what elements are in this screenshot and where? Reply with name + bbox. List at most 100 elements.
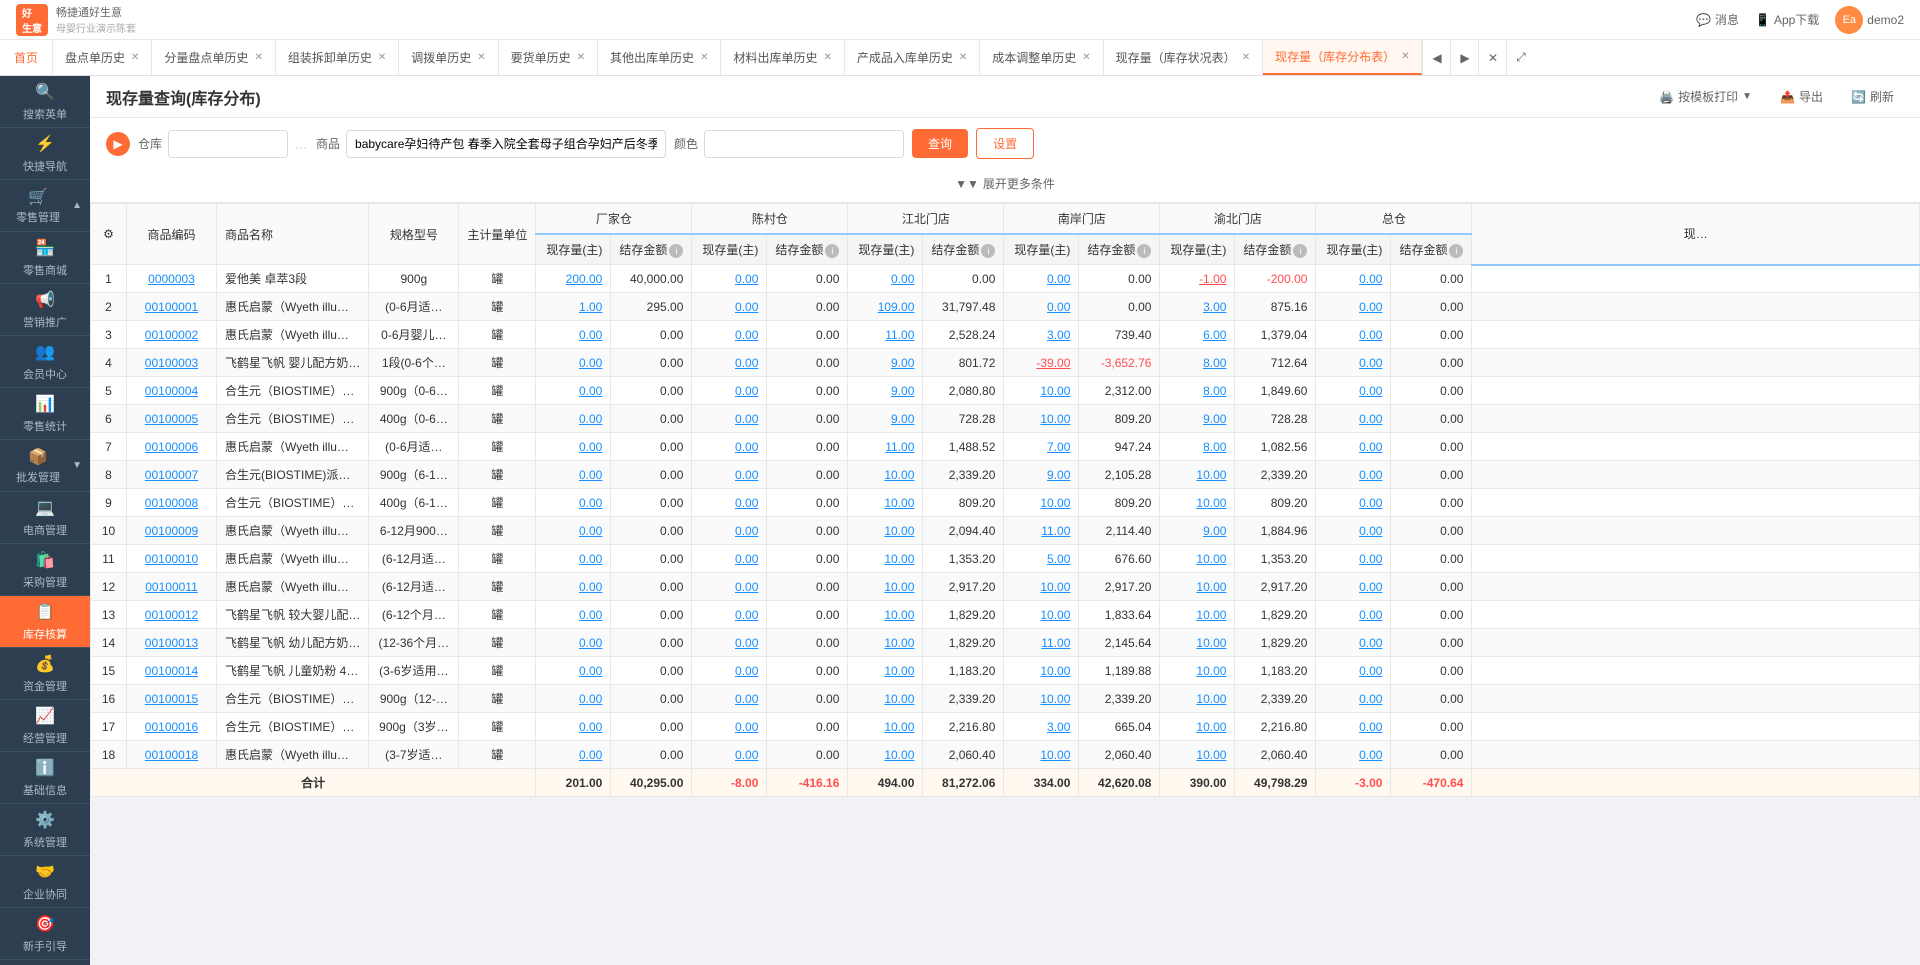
sidebar-item-appstore[interactable]: 🔲 应用中心 (0, 960, 90, 965)
cell-yb-amt: 1,082.56 (1235, 433, 1316, 461)
export-btn[interactable]: 📤 导出 (1770, 84, 1833, 109)
cell-jb-amt: 2,917.20 (923, 573, 1004, 601)
cell-zc-amt: 0.00 (1391, 377, 1472, 405)
cell-yb-qty: 10.00 (1160, 713, 1235, 741)
table-row: 17 00100016 合生元（BIOSTIME）… 900g（3岁… 罐 0.… (91, 713, 1920, 741)
sidebar-item-retail[interactable]: 🛒 零售管理 ▲ (0, 180, 90, 232)
tab-close-qita[interactable]: ✕ (700, 52, 708, 63)
sidebar-item-shop[interactable]: 🏪 零售商城 (0, 232, 90, 284)
sidebar-item-ecom[interactable]: 💻 电商管理 (0, 492, 90, 544)
cell-code: 00100005 (127, 405, 217, 433)
print-btn[interactable]: 🖨️ 按模板打印 ▼ (1649, 84, 1762, 109)
refresh-btn[interactable]: 🔄 刷新 (1841, 84, 1904, 109)
cell-jb-amt: 2,060.40 (923, 741, 1004, 769)
cc-amt-info[interactable]: i (825, 244, 839, 258)
cell-yb-amt: -200.00 (1235, 265, 1316, 293)
sidebar-item-guide[interactable]: 🎯 新手引导 (0, 908, 90, 960)
cj-amt-info[interactable]: i (669, 244, 683, 258)
cell-cj-amt: 295.00 (611, 293, 692, 321)
cell-cc-qty: 0.00 (692, 573, 767, 601)
tab-home[interactable]: 首页 (0, 40, 53, 75)
sidebar-item-stats[interactable]: 📊 零售统计 (0, 388, 90, 440)
tab-xiancunliang-kuai[interactable]: 现存量（库存状况表） ✕ (1104, 40, 1263, 75)
warehouse-ellipsis[interactable]: … (294, 136, 308, 152)
cell-na-qty: 11.00 (1004, 629, 1079, 657)
tab-prev-btn[interactable]: ◀ (1422, 40, 1450, 75)
tab-zuzhechaixi[interactable]: 组装拆卸单历史 ✕ (276, 40, 399, 75)
cell-zc-qty: 0.00 (1316, 461, 1391, 489)
total-xc (1472, 769, 1920, 797)
tab-close-xiancunliang-fen[interactable]: ✕ (1401, 51, 1409, 62)
warehouse-input[interactable] (168, 130, 288, 158)
tab-fullscreen-btn[interactable]: ⤢ (1506, 40, 1534, 75)
tab-xiancunliang-fen[interactable]: 现存量（库存分布表） ✕ (1263, 40, 1422, 75)
cell-yb-qty: 10.00 (1160, 657, 1235, 685)
tab-cailiao[interactable]: 材料出库单历史 ✕ (721, 40, 844, 75)
tab-chancheng[interactable]: 产成品入库单历史 ✕ (845, 40, 980, 75)
zc-amt-info[interactable]: i (1449, 244, 1463, 258)
sidebar-item-system[interactable]: ⚙️ 系统管理 (0, 804, 90, 856)
color-input[interactable] (704, 130, 904, 158)
tab-diaoba[interactable]: 调拨单历史 ✕ (399, 40, 498, 75)
tab-qita[interactable]: 其他出库单历史 ✕ (598, 40, 721, 75)
tab-fenpandian[interactable]: 分量盘点单历史 ✕ (152, 40, 275, 75)
cell-na-amt: 809.20 (1079, 489, 1160, 517)
tab-chengben[interactable]: 成本调整单历史 ✕ (980, 40, 1103, 75)
total-yb-qty: 390.00 (1160, 769, 1235, 797)
tab-close-chengben[interactable]: ✕ (1082, 52, 1090, 63)
cell-jb-amt: 728.28 (923, 405, 1004, 433)
tab-close-pandian[interactable]: ✕ (131, 52, 139, 63)
sidebar-item-basic[interactable]: ℹ️ 基础信息 (0, 752, 90, 804)
message-btn[interactable]: 💬 消息 (1696, 11, 1739, 28)
yb-amt-info[interactable]: i (1293, 244, 1307, 258)
na-amt-info[interactable]: i (1137, 244, 1151, 258)
sidebar-item-finance[interactable]: 💰 资金管理 (0, 648, 90, 700)
cell-cc-amt: 0.00 (767, 657, 848, 685)
cell-xc (1472, 489, 1920, 517)
sidebar-item-purchase[interactable]: 🛍️ 采购管理 (0, 544, 90, 596)
cell-yb-amt: 2,216.80 (1235, 713, 1316, 741)
app-download-btn[interactable]: 📱 App下载 (1755, 11, 1819, 28)
goods-input[interactable] (346, 130, 666, 158)
sidebar-item-wholesale[interactable]: 📦 批发管理 ▼ (0, 440, 90, 492)
sidebar-item-member[interactable]: 👥 会员中心 (0, 336, 90, 388)
cell-name: 惠氏启蒙（Wyeth illu… (217, 545, 369, 573)
tab-close-xiancunliang-kuai[interactable]: ✕ (1242, 52, 1250, 63)
sidebar-item-nav[interactable]: ⚡ 快捷导航 (0, 128, 90, 180)
sidebar-item-search[interactable]: 🔍 搜索英单 (0, 76, 90, 128)
tab-yaohuo[interactable]: 要货单历史 ✕ (499, 40, 598, 75)
cell-unit: 罐 (459, 293, 536, 321)
sidebar-item-ops[interactable]: 📈 经营管理 (0, 700, 90, 752)
cell-na-qty: 10.00 (1004, 405, 1079, 433)
cell-yb-qty: 6.00 (1160, 321, 1235, 349)
tab-next-btn[interactable]: ▶ (1450, 40, 1478, 75)
cell-zc-qty: 0.00 (1316, 601, 1391, 629)
tab-close-chancheng[interactable]: ✕ (959, 52, 967, 63)
tab-close-all-btn[interactable]: ✕ (1478, 40, 1506, 75)
sidebar-item-marketing[interactable]: 📢 营销推广 (0, 284, 90, 336)
col-settings-icon[interactable]: ⚙ (91, 204, 127, 265)
tab-close-fenpandian[interactable]: ✕ (254, 52, 262, 63)
sidebar-item-collab[interactable]: 🤝 企业协同 (0, 856, 90, 908)
more-conditions-btn[interactable]: ▼▼ 展开更多条件 (955, 175, 1055, 192)
sidebar-item-inventory[interactable]: 📋 库存核算 (0, 596, 90, 648)
cell-spec: 900g（0-6… (369, 377, 459, 405)
settings-btn[interactable]: 设置 (976, 128, 1034, 159)
query-btn[interactable]: 查询 (912, 129, 968, 158)
total-na-amt: 42,620.08 (1079, 769, 1160, 797)
jb-amt-info[interactable]: i (981, 244, 995, 258)
table-container[interactable]: ⚙ 商品编码 商品名称 规格型号 主计量单位 (90, 203, 1920, 965)
tab-close-yaohuo[interactable]: ✕ (577, 52, 585, 63)
tab-pandian[interactable]: 盘点单历史 ✕ (53, 40, 152, 75)
cell-cc-qty: 0.00 (692, 601, 767, 629)
cell-unit: 罐 (459, 657, 536, 685)
cell-zc-qty: 0.00 (1316, 573, 1391, 601)
tab-close-diaoba[interactable]: ✕ (477, 52, 485, 63)
expand-btn[interactable]: ▶ (106, 132, 130, 156)
cell-xc (1472, 405, 1920, 433)
tab-close-cailiao[interactable]: ✕ (823, 52, 831, 63)
cell-cj-amt: 0.00 (611, 629, 692, 657)
user-avatar[interactable]: Ea demo2 (1835, 6, 1904, 34)
tab-close-zuzhechaixi[interactable]: ✕ (378, 52, 386, 63)
cell-code: 00100012 (127, 601, 217, 629)
